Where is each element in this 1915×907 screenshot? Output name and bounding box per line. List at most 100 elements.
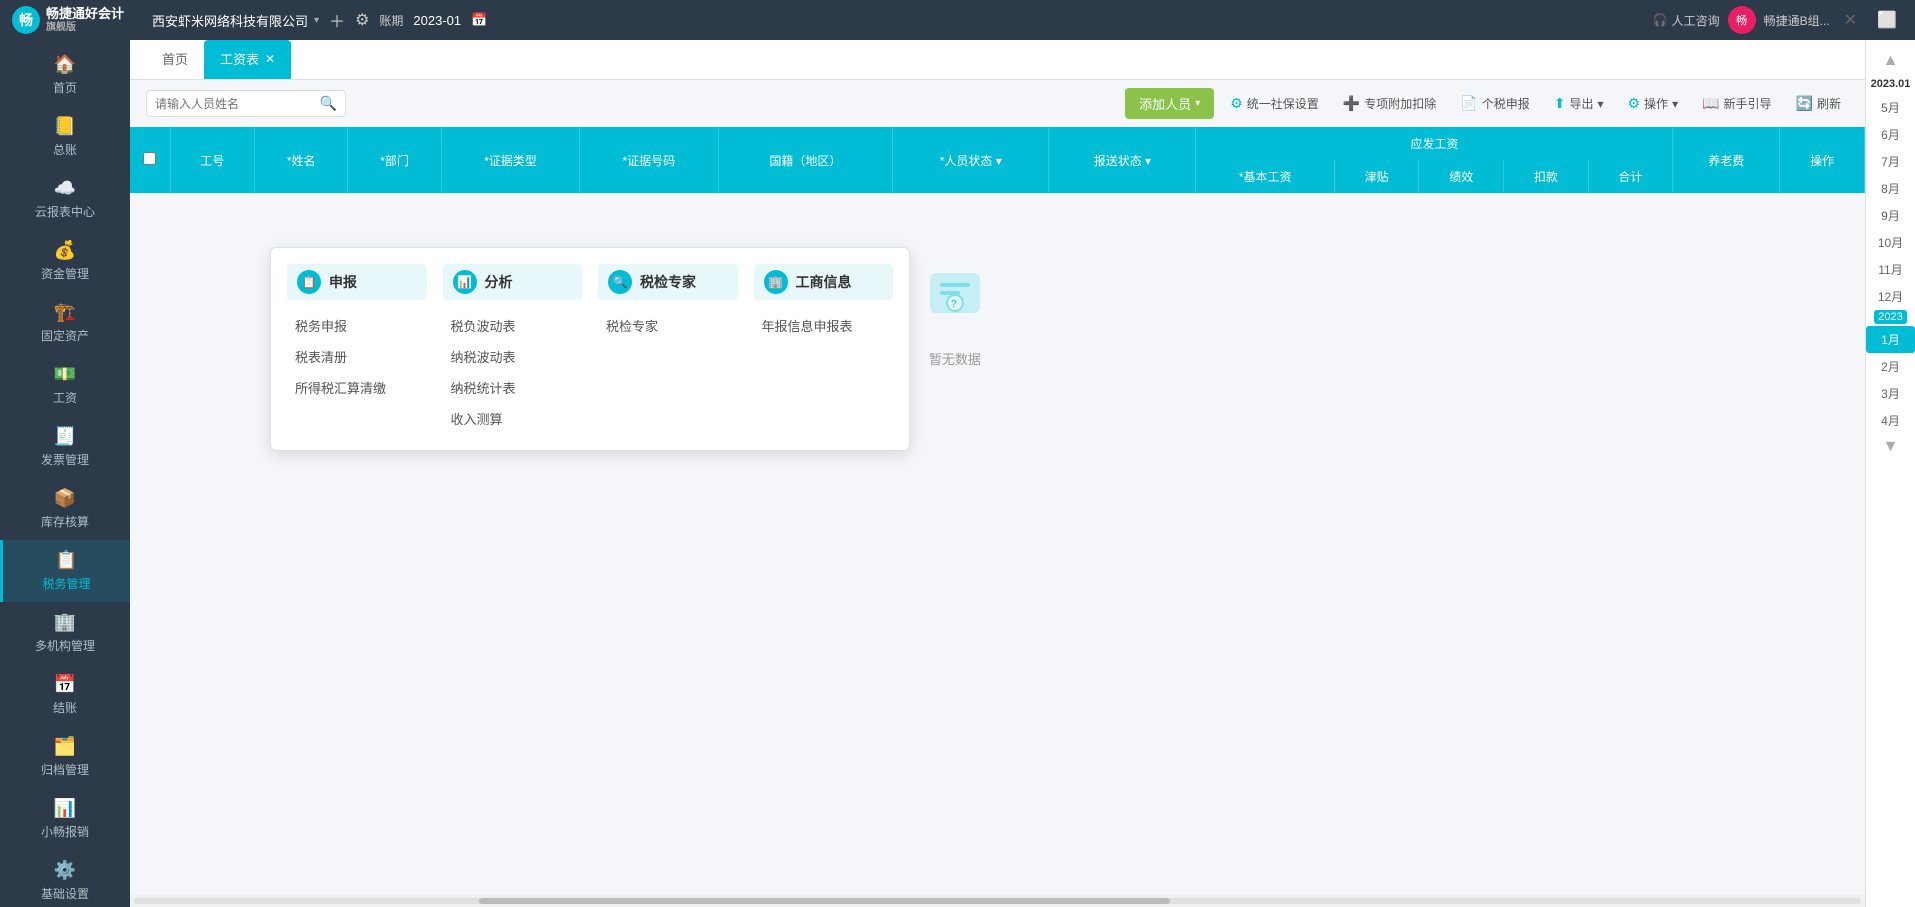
refresh-button[interactable]: 🔄 刷新: [1788, 91, 1849, 116]
add-person-dropdown-icon: ▾: [1195, 98, 1200, 109]
sidebar-item-tax[interactable]: 📋 税务管理: [0, 540, 130, 602]
sidebar-item-home[interactable]: 🏠 首页: [0, 44, 130, 106]
window-controls: ✕ ⬜: [1838, 8, 1903, 32]
calendar-icon[interactable]: 📅: [471, 12, 487, 28]
export-button[interactable]: ⬆ 导出 ▾: [1546, 91, 1612, 116]
tax-icon: 📋: [55, 550, 77, 571]
sidebar-item-cloud[interactable]: ☁️ 云报表中心: [0, 168, 130, 230]
date-month-1[interactable]: 1月: [1866, 326, 1915, 353]
individual-tax-icon: 📄: [1460, 95, 1477, 112]
sidebar-item-close-period[interactable]: 📅 结账: [0, 664, 130, 726]
tab-close-button[interactable]: ✕: [265, 52, 275, 66]
tab-salary-table[interactable]: 工资表 ✕: [204, 40, 291, 79]
popup-item-tax-declaration[interactable]: 税务申报: [287, 310, 427, 341]
new-guide-button[interactable]: 📖 新手引导: [1694, 91, 1779, 116]
business-info-icon: 🏢: [764, 270, 788, 294]
add-person-label: 添加人员: [1139, 94, 1191, 113]
sidebar-item-ledger[interactable]: 📒 总账: [0, 106, 130, 168]
current-year-badge: 2023: [1874, 310, 1906, 324]
export-label: 导出: [1569, 95, 1593, 112]
period-label: 账期: [379, 12, 403, 29]
date-month-5[interactable]: 5月: [1866, 94, 1915, 121]
operations-icon: ⚙: [1627, 95, 1640, 112]
popup-section-tax-expert: 🔍 税检专家 税检专家: [598, 264, 738, 434]
col-pension: 养老费: [1673, 127, 1780, 193]
empty-text: 暂无数据: [929, 349, 981, 368]
basic-settings-icon: ⚙️: [54, 860, 76, 881]
archive-icon: 🗂️: [54, 736, 76, 757]
sidebar-item-salary[interactable]: 💵 工资: [0, 354, 130, 416]
date-month-6[interactable]: 6月: [1866, 121, 1915, 148]
popup-item-tax-table[interactable]: 税表清册: [287, 341, 427, 372]
add-company-button[interactable]: ＋: [329, 8, 345, 32]
scrollbar-thumb[interactable]: [479, 898, 1170, 904]
inventory-icon: 📦: [54, 488, 76, 509]
logo-icon: 畅: [12, 6, 40, 34]
tab-home-label: 首页: [162, 49, 188, 68]
date-month-10[interactable]: 10月: [1866, 229, 1915, 256]
date-month-2[interactable]: 2月: [1866, 353, 1915, 380]
date-month-8[interactable]: 8月: [1866, 175, 1915, 202]
tax-dropdown-popup: 📋 申报 税务申报 税表清册 所得税汇算清缴 📊 分析 税负波动表: [270, 247, 910, 451]
date-panel: ▲ 2023.01 5月 6月 7月 8月 9月 10月 11月 12月 202…: [1865, 40, 1915, 907]
date-month-12[interactable]: 12月: [1866, 283, 1915, 310]
analysis-icon: 📊: [453, 270, 477, 294]
individual-tax-button[interactable]: 📄 个税申报: [1452, 91, 1537, 116]
unified-insurance-button[interactable]: ⚙ 统一社保设置: [1222, 91, 1327, 116]
special-deduction-button[interactable]: ➕ 专项附加扣除: [1335, 91, 1444, 116]
settings-icon[interactable]: ⚙: [355, 10, 369, 30]
app-sub: 旗舰版: [46, 22, 124, 34]
toolbar: 🔍 添加人员 ▾ ⚙ 统一社保设置 ➕ 专项附加扣除 📄 个税申报 ⬆ 导出: [130, 80, 1865, 127]
sidebar-item-inventory[interactable]: 📦 库存核算: [0, 478, 130, 540]
date-month-7[interactable]: 7月: [1866, 148, 1915, 175]
sidebar-item-invoice[interactable]: 🧾 发票管理: [0, 416, 130, 478]
human-service-button[interactable]: 🎧 人工咨询: [1653, 12, 1720, 29]
popup-item-income-tax[interactable]: 所得税汇算清缴: [287, 372, 427, 403]
sidebar-item-assets[interactable]: 🏗️ 固定资产: [0, 292, 130, 354]
date-month-4[interactable]: 4月: [1866, 407, 1915, 434]
close-period-icon: 📅: [54, 674, 76, 695]
popup-item-tax-stats[interactable]: 纳税统计表: [443, 372, 583, 403]
date-month-9[interactable]: 9月: [1866, 202, 1915, 229]
cloud-icon: ☁️: [54, 178, 76, 199]
col-dept: *部门: [348, 127, 441, 193]
export-dropdown-icon: ▾: [1597, 97, 1603, 111]
sidebar-item-archive[interactable]: 🗂️ 归档管理: [0, 726, 130, 788]
col-id: 工号: [170, 127, 255, 193]
tab-home[interactable]: 首页: [146, 40, 204, 79]
date-panel-up-nav[interactable]: ▲: [1879, 48, 1903, 74]
company-selector[interactable]: 西安虾米网络科技有限公司 ▾: [152, 11, 319, 30]
maximize-window-button[interactable]: ⬜: [1871, 8, 1903, 32]
sidebar-item-funds[interactable]: 💰 资金管理: [0, 230, 130, 292]
popup-item-tax-expert[interactable]: 税检专家: [598, 310, 738, 341]
headset-icon: 🎧: [1653, 13, 1668, 27]
user-name[interactable]: 畅捷通B组...: [1764, 12, 1830, 29]
horizontal-scrollbar[interactable]: [130, 895, 1865, 907]
add-person-button[interactable]: 添加人员 ▾: [1125, 88, 1214, 119]
operations-dropdown-icon: ▾: [1672, 97, 1678, 111]
operations-button[interactable]: ⚙ 操作 ▾: [1619, 91, 1686, 116]
sidebar-item-basic[interactable]: ⚙️ 基础设置: [0, 850, 130, 907]
section-analysis-title: 📊 分析: [443, 264, 583, 300]
sidebar-item-label: 首页: [53, 79, 77, 96]
tab-bar: 首页 工资表 ✕: [130, 40, 1865, 80]
select-all-checkbox[interactable]: [143, 152, 156, 165]
popup-item-tax-burden[interactable]: 税负波动表: [443, 310, 583, 341]
sidebar-item-xiao[interactable]: 📊 小畅报销: [0, 788, 130, 850]
popup-item-annual-report[interactable]: 年报信息申报表: [754, 310, 894, 341]
svg-text:?: ?: [951, 299, 957, 310]
special-deduction-label: 专项附加扣除: [1364, 95, 1436, 112]
sidebar-item-multi[interactable]: 🏢 多机构管理: [0, 602, 130, 664]
search-input[interactable]: [155, 97, 314, 111]
close-window-button[interactable]: ✕: [1838, 8, 1863, 32]
popup-item-tax-fluctuation[interactable]: 纳税波动表: [443, 341, 583, 372]
avatar[interactable]: 畅: [1728, 6, 1756, 34]
date-month-3[interactable]: 3月: [1866, 380, 1915, 407]
date-panel-down-nav[interactable]: ▼: [1879, 434, 1903, 460]
popup-grid: 📋 申报 税务申报 税表清册 所得税汇算清缴 📊 分析 税负波动表: [287, 264, 893, 434]
checkbox-header[interactable]: [130, 127, 170, 193]
date-month-11[interactable]: 11月: [1866, 256, 1915, 283]
col-status: *人员状态 ▾: [893, 127, 1049, 193]
popup-item-income-estimate[interactable]: 收入测算: [443, 403, 583, 434]
search-icon: 🔍: [320, 95, 337, 112]
